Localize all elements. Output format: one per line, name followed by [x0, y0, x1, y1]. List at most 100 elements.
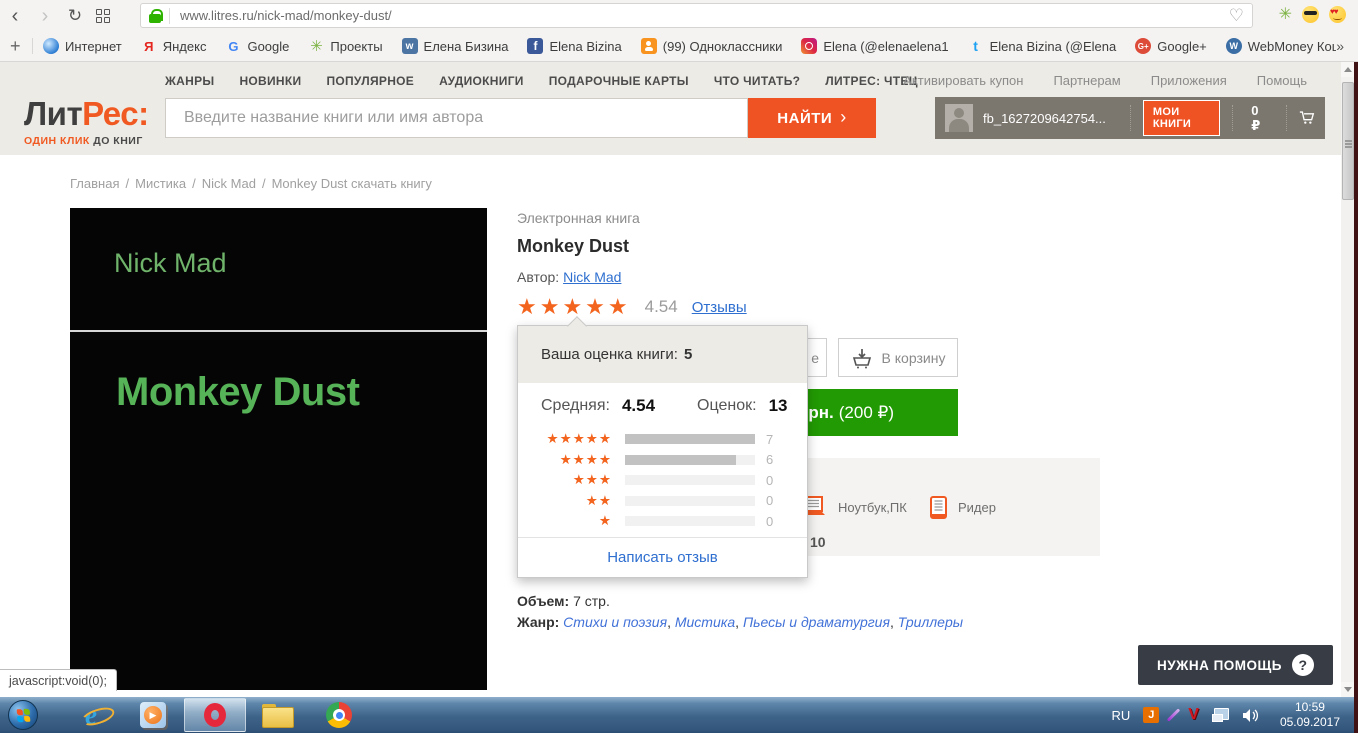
taskbar-media-player[interactable]: ▶	[122, 697, 184, 733]
taskbar-chrome[interactable]	[308, 697, 370, 733]
partially-hidden-number: 10	[810, 534, 826, 550]
taskbar-opera-active[interactable]	[184, 698, 246, 732]
extension-sunglasses-icon[interactable]	[1302, 5, 1319, 23]
top-link-2[interactable]: Приложения	[1151, 73, 1227, 88]
tray-clock[interactable]: 10:59 05.09.2017	[1272, 700, 1348, 730]
row-stars: ★★	[585, 492, 612, 508]
extension-splash-icon[interactable]: ✳	[1279, 4, 1292, 24]
bookmark-ok[interactable]: (99) Одноклассники	[640, 38, 783, 54]
nav-item-3[interactable]: АУДИОКНИГИ	[439, 74, 524, 88]
add-to-cart-button[interactable]: В корзину	[838, 338, 958, 377]
bookmark-label: Яндекс	[162, 38, 207, 54]
device-reader-label: Ридер	[958, 500, 996, 515]
network-tray-icon[interactable]	[1211, 708, 1229, 722]
my-books-button[interactable]: МОИ КНИГИ	[1142, 100, 1221, 136]
v-tray-icon[interactable]: V	[1188, 706, 1199, 724]
author-row: Автор: Nick Mad	[517, 269, 621, 285]
bookmark-twitter[interactable]: t Elena Bizina (@Elena	[968, 38, 1116, 54]
status-tooltip: javascript:void(0);	[0, 669, 117, 691]
rating-stars[interactable]: ★★★★★	[517, 294, 631, 320]
nav-item-1[interactable]: НОВИНКИ	[239, 74, 301, 88]
genre-link[interactable]: Мистика	[675, 614, 735, 630]
cart-icon[interactable]	[1299, 109, 1315, 127]
bookmark-gplus[interactable]: G+ Google+	[1135, 38, 1207, 54]
logo-tagline: один клик до книг	[24, 135, 143, 147]
bookmark-google[interactable]: G Google	[225, 38, 289, 54]
bookmark-instagram[interactable]: Elena (@elenaelena1	[801, 38, 949, 54]
top-link-0[interactable]: Активировать купон	[903, 73, 1023, 88]
popup-average-row: Средняя: 4.54 Оценок: 13	[518, 383, 807, 429]
bookmark-globe[interactable]: Интернет	[43, 38, 122, 54]
need-help-button[interactable]: НУЖНА ПОМОЩЬ ?	[1138, 645, 1333, 685]
language-indicator[interactable]: RU	[1111, 708, 1130, 723]
pen-tray-icon[interactable]	[1167, 708, 1181, 722]
rating-row-3-stars: ★★★ 0	[518, 470, 807, 491]
bookmarks-overflow-chevron[interactable]: »	[1336, 38, 1358, 54]
row-stars: ★★★★★	[546, 431, 612, 447]
start-button[interactable]	[8, 700, 38, 730]
your-rating-value: 5	[683, 346, 693, 363]
cover-title: Monkey Dust	[116, 370, 360, 414]
url-text[interactable]: www.litres.ru/nick-mad/monkey-dust/	[180, 8, 1229, 23]
bookmarks-divider	[32, 38, 33, 54]
extension-heart-eyes-icon[interactable]	[1329, 5, 1346, 23]
search-arrow-icon: ›	[840, 106, 847, 127]
page-scrollbar[interactable]	[1341, 62, 1355, 697]
scroll-up-arrow[interactable]	[1341, 62, 1355, 77]
reviews-link[interactable]: Отзывы	[692, 299, 747, 316]
bookmark-label: Елена Бизина	[423, 38, 509, 54]
google-icon: G	[228, 38, 239, 54]
nav-item-0[interactable]: ЖАНРЫ	[165, 74, 214, 88]
forward-button[interactable]: ›	[30, 2, 60, 30]
heart-bookmark-icon[interactable]: ♡	[1229, 6, 1244, 26]
rating-distribution: ★★★★★ 7 ★★★★ 6 ★★★ 0 ★★ 0 ★ 0	[518, 429, 807, 532]
search-button[interactable]: НАЙТИ ›	[748, 98, 876, 138]
breadcrumb-item[interactable]: Nick Mad	[202, 176, 256, 191]
nav-item-5[interactable]: ЧТО ЧИТАТЬ?	[714, 74, 800, 88]
top-link-3[interactable]: Помощь	[1257, 73, 1307, 88]
write-review-link[interactable]: Написать отзыв	[607, 549, 718, 566]
genre-label: Жанр:	[517, 614, 560, 630]
bookmark-webmoney[interactable]: W WebMoney Кошелё	[1225, 38, 1336, 54]
volume-tray-icon[interactable]	[1242, 708, 1259, 723]
popup-footer: Написать отзыв	[518, 537, 807, 577]
author-link[interactable]: Nick Mad	[563, 269, 621, 285]
row-count: 0	[766, 493, 774, 509]
add-bookmark-button[interactable]: +	[10, 36, 32, 57]
scrollbar-thumb[interactable]	[1342, 82, 1354, 200]
avatar[interactable]	[945, 104, 973, 132]
chrome-icon	[326, 702, 352, 728]
average-value: 4.54	[621, 396, 656, 415]
reload-button[interactable]: ↻	[60, 2, 90, 30]
speed-dial-icon[interactable]	[96, 8, 110, 23]
bookmark-yandex[interactable]: Я Яндекс	[141, 38, 207, 54]
genre-link[interactable]: Триллеры	[898, 614, 963, 630]
vk-icon: w	[401, 38, 418, 54]
balance[interactable]: 0 ₽	[1245, 103, 1274, 134]
scroll-down-arrow[interactable]	[1341, 682, 1355, 697]
java-tray-icon[interactable]: J	[1143, 707, 1160, 723]
top-link-1[interactable]: Партнерам	[1053, 73, 1120, 88]
nav-item-4[interactable]: ПОДАРОЧНЫЕ КАРТЫ	[549, 74, 689, 88]
taskbar-ie[interactable]: e	[60, 697, 122, 733]
username[interactable]: fb_1627209642754...	[983, 111, 1106, 126]
breadcrumb-item[interactable]: Главная	[70, 176, 119, 191]
url-bar[interactable]: www.litres.ru/nick-mad/monkey-dust/ ♡	[140, 3, 1253, 28]
opera-icon	[204, 703, 226, 727]
back-button[interactable]: ‹	[0, 2, 30, 30]
bookmark-projects[interactable]: ✳ Проекты	[308, 38, 382, 54]
taskbar-explorer[interactable]	[246, 697, 308, 733]
row-stars: ★★★★	[559, 451, 612, 467]
bookmark-facebook[interactable]: f Elena Bizina	[527, 38, 622, 54]
bookmark-vk[interactable]: w Елена Бизина	[401, 38, 509, 54]
breadcrumb-item[interactable]: Мистика	[135, 176, 186, 191]
genre-link[interactable]: Стихи и поэзия	[563, 614, 667, 630]
nav-item-2[interactable]: ПОПУЛЯРНОЕ	[326, 74, 414, 88]
litres-logo[interactable]: ЛитРес: один клик до книг	[24, 95, 149, 147]
bookmark-label: (99) Одноклассники	[662, 38, 783, 54]
search-input[interactable]	[165, 98, 748, 138]
book-cover[interactable]: Nick Mad Monkey Dust	[70, 208, 487, 690]
rating-row: ★★★★★ 4.54 Отзывы	[517, 294, 747, 320]
breadcrumb-item[interactable]: Monkey Dust скачать книгу	[272, 176, 432, 191]
genre-link[interactable]: Пьесы и драматургия	[743, 614, 890, 630]
